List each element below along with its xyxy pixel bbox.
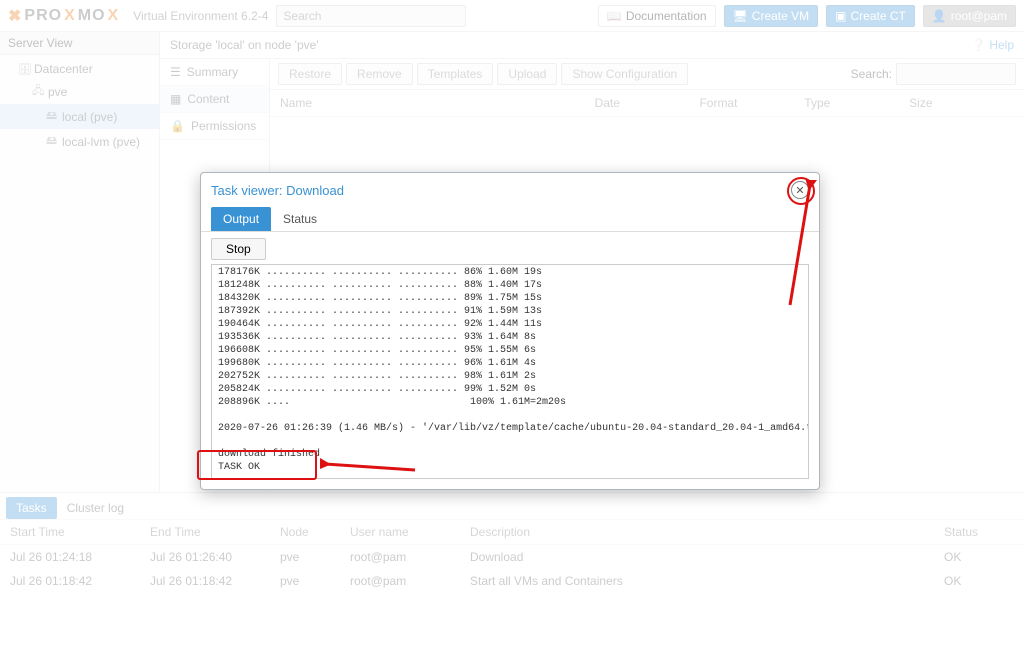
task-viewer-modal: Task viewer: Download ✕ Output Status St… [200,172,820,490]
modal-close-button[interactable]: ✕ [791,181,809,199]
close-icon: ✕ [795,184,804,197]
modal-title: Task viewer: Download [211,183,344,198]
download-log-output[interactable]: 172032K .......... .......... ..........… [211,264,809,479]
modal-tab-status[interactable]: Status [271,207,329,231]
modal-tab-output[interactable]: Output [211,207,271,231]
stop-button[interactable]: Stop [211,238,266,260]
